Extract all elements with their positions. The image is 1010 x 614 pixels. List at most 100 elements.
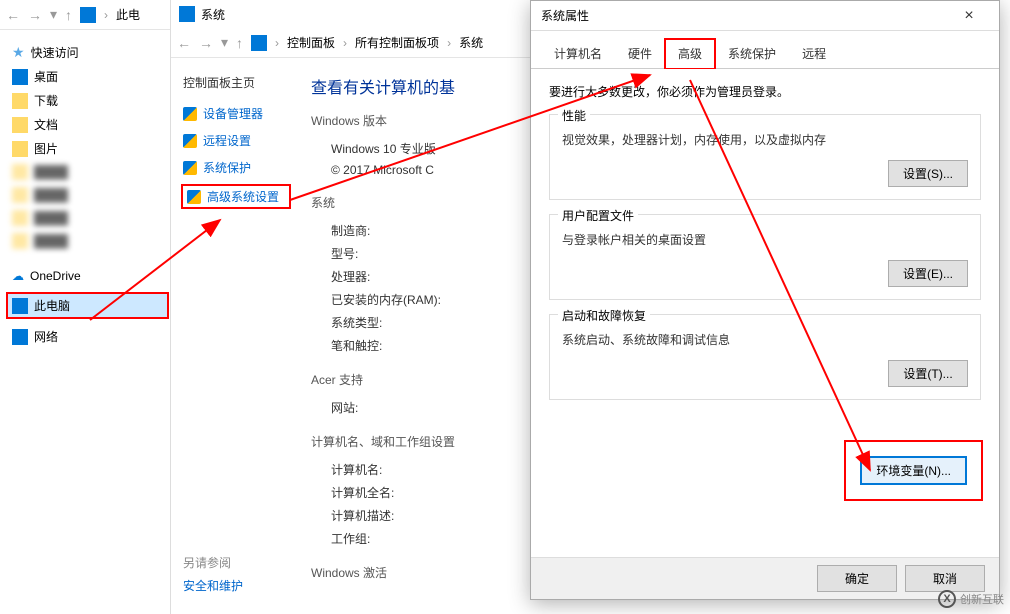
folder-icon bbox=[12, 210, 28, 226]
blurred-item[interactable]: ████ bbox=[8, 184, 167, 206]
up-icon[interactable]: ↑ bbox=[65, 7, 72, 23]
star-icon: ★ bbox=[12, 44, 25, 61]
model-label: 型号: bbox=[311, 242, 520, 265]
startup-group: 启动和故障恢复 系统启动、系统故障和调试信息 设置(T)... bbox=[549, 314, 981, 400]
pc-icon bbox=[12, 298, 28, 314]
this-pc-item[interactable]: 此电脑 bbox=[8, 294, 167, 317]
user-profile-settings-button[interactable]: 设置(E)... bbox=[888, 260, 968, 287]
computer-name-label: 计算机名: bbox=[311, 458, 520, 481]
dropdown-icon[interactable]: ▾ bbox=[50, 6, 57, 23]
pc-icon bbox=[80, 7, 96, 23]
admin-note: 要进行大多数更改，你必须作为管理员登录。 bbox=[549, 83, 981, 100]
system-type-label: 系统类型: bbox=[311, 311, 520, 334]
control-panel-icon bbox=[251, 35, 267, 51]
system-window: 系统 ← → ▾ ↑ › 控制面板 › 所有控制面板项 › 系统 控制面板主页 … bbox=[170, 0, 530, 614]
remote-settings-link[interactable]: 远程设置 bbox=[183, 132, 289, 149]
section-title: 计算机名、域和工作组设置 bbox=[311, 433, 520, 450]
section-title: Windows 版本 bbox=[311, 112, 520, 129]
full-name-label: 计算机全名: bbox=[311, 481, 520, 504]
shield-icon bbox=[183, 161, 197, 175]
dialog-titlebar[interactable]: 系统属性 × bbox=[531, 1, 999, 31]
shield-icon bbox=[187, 190, 201, 204]
blurred-item[interactable]: ████ bbox=[8, 207, 167, 229]
dialog-footer: 确定 取消 bbox=[531, 557, 999, 599]
breadcrumb-sep-icon: › bbox=[343, 36, 347, 50]
processor-label: 处理器: bbox=[311, 265, 520, 288]
nav-tree: ★快速访问 桌面 下载 文档 图片 ████ ████ ████ ████ ☁O… bbox=[0, 30, 175, 359]
pictures-item[interactable]: 图片 bbox=[8, 137, 167, 160]
forward-icon[interactable]: → bbox=[199, 35, 213, 51]
downloads-item[interactable]: 下载 bbox=[8, 89, 167, 112]
description-label: 计算机描述: bbox=[311, 504, 520, 527]
website-label: 网站: bbox=[311, 396, 520, 419]
tab-remote[interactable]: 远程 bbox=[789, 39, 839, 68]
onedrive-item[interactable]: ☁OneDrive bbox=[8, 266, 167, 286]
desktop-item[interactable]: 桌面 bbox=[8, 65, 167, 88]
folder-icon bbox=[12, 233, 28, 249]
section-title: Acer 支持 bbox=[311, 371, 520, 388]
back-icon[interactable]: ← bbox=[177, 35, 191, 51]
workgroup-label: 工作组: bbox=[311, 527, 520, 550]
forward-icon[interactable]: → bbox=[28, 7, 42, 23]
user-profile-group: 用户配置文件 与登录帐户相关的桌面设置 设置(E)... bbox=[549, 214, 981, 300]
sidebar-title: 控制面板主页 bbox=[183, 74, 289, 91]
system-protection-link[interactable]: 系统保护 bbox=[183, 159, 289, 176]
breadcrumb-cp[interactable]: 控制面板 bbox=[287, 34, 335, 51]
cloud-icon: ☁ bbox=[12, 269, 24, 283]
system-title: 系统 bbox=[201, 6, 225, 23]
dropdown-icon[interactable]: ▾ bbox=[221, 34, 228, 51]
folder-icon bbox=[12, 93, 28, 109]
breadcrumb-sep-icon: › bbox=[447, 36, 451, 50]
manufacturer-label: 制造商: bbox=[311, 219, 520, 242]
system-properties-dialog: 系统属性 × 计算机名 硬件 高级 系统保护 远程 要进行大多数更改，你必须作为… bbox=[530, 0, 1000, 600]
tab-system-protection[interactable]: 系统保护 bbox=[715, 39, 789, 68]
ok-button[interactable]: 确定 bbox=[817, 565, 897, 592]
group-desc: 系统启动、系统故障和调试信息 bbox=[562, 331, 968, 348]
advanced-settings-link[interactable]: 高级系统设置 bbox=[183, 186, 289, 207]
desktop-icon bbox=[12, 69, 28, 85]
cancel-button[interactable]: 取消 bbox=[905, 565, 985, 592]
device-manager-link[interactable]: 设备管理器 bbox=[183, 105, 289, 122]
documents-item[interactable]: 文档 bbox=[8, 113, 167, 136]
breadcrumb-system[interactable]: 系统 bbox=[459, 34, 483, 51]
system-content: 控制面板主页 设备管理器 远程设置 系统保护 高级系统设置 查看有关计算机的基 … bbox=[171, 58, 530, 611]
quick-access-item[interactable]: ★快速访问 bbox=[8, 41, 167, 64]
tabs: 计算机名 硬件 高级 系统保护 远程 bbox=[531, 31, 999, 69]
group-desc: 与登录帐户相关的桌面设置 bbox=[562, 231, 968, 248]
blurred-item[interactable]: ████ bbox=[8, 161, 167, 183]
copyright: © 2017 Microsoft C bbox=[311, 160, 520, 180]
folder-icon bbox=[12, 187, 28, 203]
section-title: 系统 bbox=[311, 194, 520, 211]
windows-edition: Windows 10 专业版 bbox=[311, 137, 520, 160]
section-title: Windows 激活 bbox=[311, 564, 520, 581]
explorer-window: ← → ▾ ↑ › 此电 ★快速访问 桌面 下载 文档 图片 ████ ████… bbox=[0, 0, 175, 614]
system-sidebar: 控制面板主页 设备管理器 远程设置 系统保护 高级系统设置 bbox=[171, 58, 301, 611]
performance-group: 性能 视觉效果，处理器计划，内存使用，以及虚拟内存 设置(S)... bbox=[549, 114, 981, 200]
network-item[interactable]: 网络 bbox=[8, 325, 167, 348]
breadcrumb-all[interactable]: 所有控制面板项 bbox=[355, 34, 439, 51]
computer-name-section: 计算机名、域和工作组设置 计算机名: 计算机全名: 计算机描述: 工作组: bbox=[311, 433, 520, 550]
dialog-body: 要进行大多数更改，你必须作为管理员登录。 性能 视觉效果，处理器计划，内存使用，… bbox=[531, 69, 999, 559]
blurred-item[interactable]: ████ bbox=[8, 230, 167, 252]
shield-icon bbox=[183, 134, 197, 148]
activation-section: Windows 激活 bbox=[311, 564, 520, 581]
explorer-toolbar: ← → ▾ ↑ › 此电 bbox=[0, 0, 175, 30]
folder-icon bbox=[12, 117, 28, 133]
see-also-label: 另请参阅 bbox=[183, 554, 243, 571]
address-text[interactable]: 此电 bbox=[116, 6, 140, 23]
see-also-link[interactable]: 安全和维护 bbox=[183, 577, 243, 594]
group-desc: 视觉效果，处理器计划，内存使用，以及虚拟内存 bbox=[562, 131, 968, 148]
breadcrumb-sep-icon: › bbox=[275, 36, 279, 50]
group-title: 启动和故障恢复 bbox=[558, 307, 650, 324]
startup-settings-button[interactable]: 设置(T)... bbox=[888, 360, 968, 387]
pen-touch-label: 笔和触控: bbox=[311, 334, 520, 357]
tab-computer-name[interactable]: 计算机名 bbox=[541, 39, 615, 68]
tab-hardware[interactable]: 硬件 bbox=[615, 39, 665, 68]
back-icon[interactable]: ← bbox=[6, 7, 20, 23]
performance-settings-button[interactable]: 设置(S)... bbox=[888, 160, 968, 187]
dialog-title: 系统属性 bbox=[541, 7, 589, 24]
tab-advanced[interactable]: 高级 bbox=[665, 39, 715, 69]
close-icon[interactable]: × bbox=[949, 7, 989, 25]
up-icon[interactable]: ↑ bbox=[236, 35, 243, 51]
environment-variables-button[interactable]: 环境变量(N)... bbox=[860, 456, 967, 485]
